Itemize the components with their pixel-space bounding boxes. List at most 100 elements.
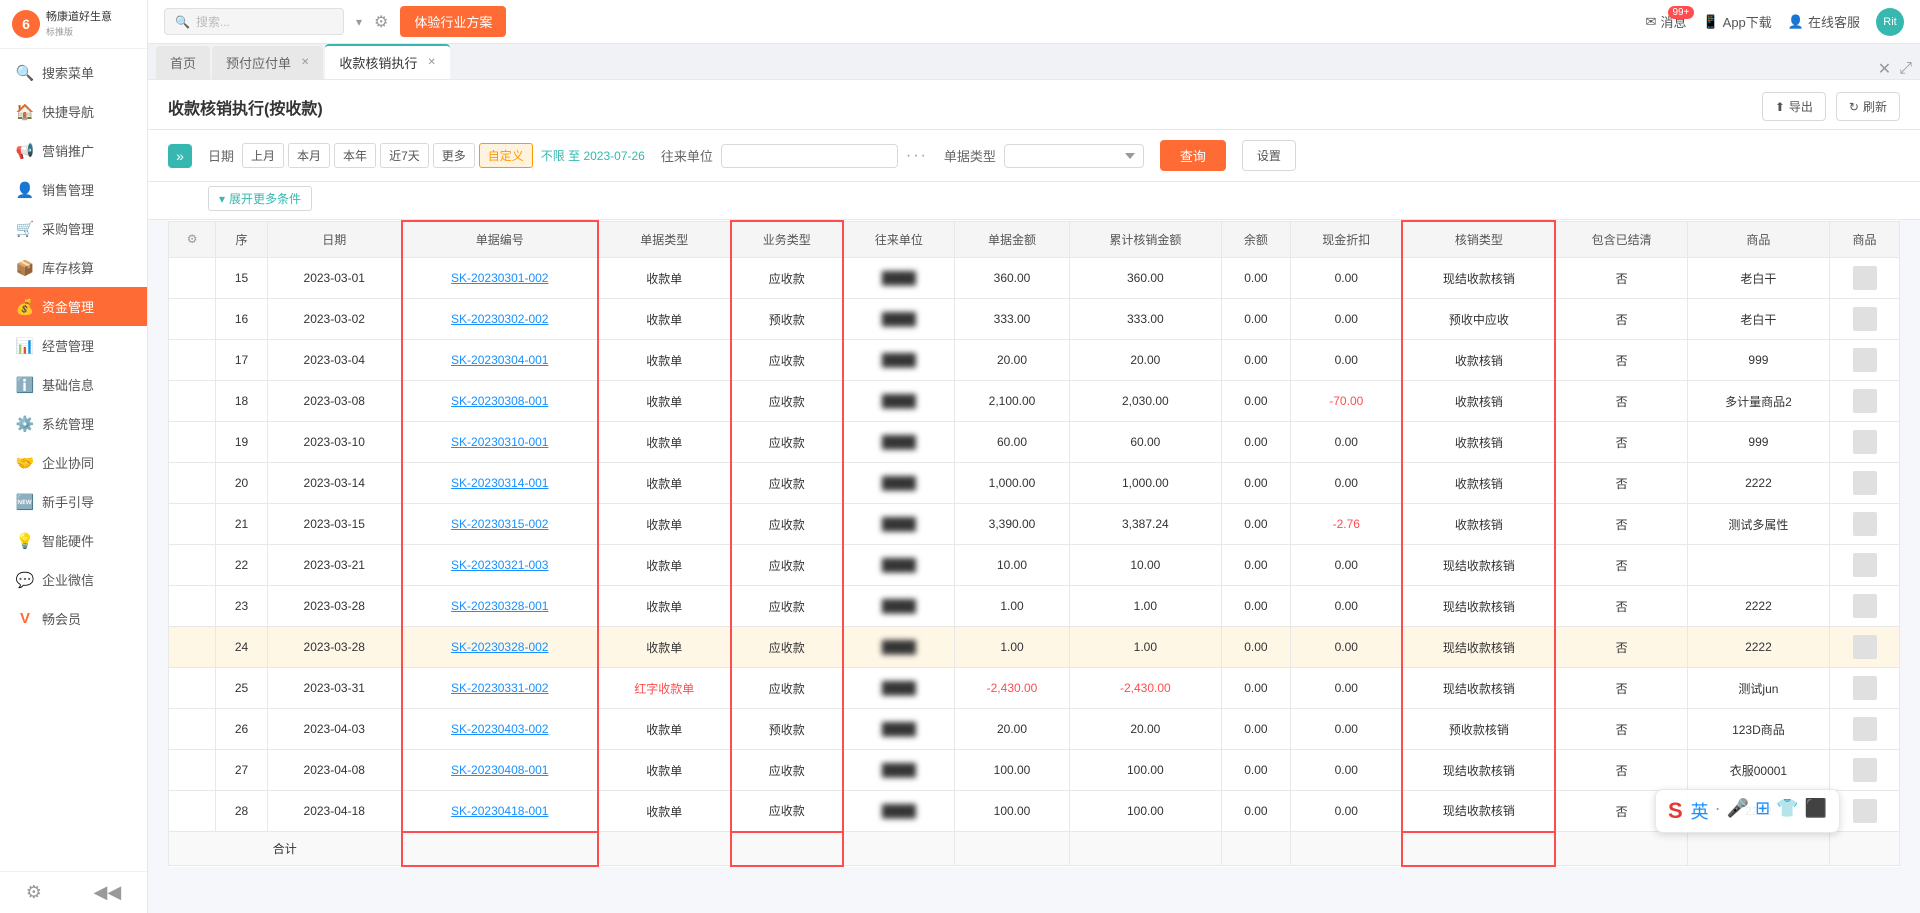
tab-receipt-close-icon[interactable]: ✕: [427, 57, 435, 68]
cell-doc-type: 收款单: [598, 258, 731, 299]
sidebar-item-operation[interactable]: 📊 经营管理: [0, 326, 147, 365]
cell-biz-type: 预收款: [731, 709, 843, 750]
sidebar-bottom: ⚙ ◀◀: [0, 871, 147, 913]
cell-doc-no[interactable]: SK-20230302-002: [402, 299, 598, 340]
sidebar-item-basic[interactable]: ℹ️ 基础信息: [0, 365, 147, 404]
cell-doc-no[interactable]: SK-20230315-002: [402, 504, 598, 545]
tab-home[interactable]: 首页: [156, 46, 210, 79]
cell-discount: 0.00: [1291, 709, 1402, 750]
cell-date: 2023-03-01: [267, 258, 401, 299]
sidebar-item-system[interactable]: ⚙️ 系统管理: [0, 404, 147, 443]
collapse-icon[interactable]: ◀◀: [94, 882, 122, 903]
cell-cancel-type: 收款核销: [1402, 463, 1555, 504]
cell-doc-no[interactable]: SK-20230331-002: [402, 668, 598, 709]
filter-bar: » 日期 上月 本月 本年 近7天 更多 自定义 不限 至 2023-07-26…: [148, 130, 1920, 182]
sidebar-item-sales[interactable]: 👤 销售管理: [0, 170, 147, 209]
topbar-gear-icon[interactable]: ⚙: [374, 12, 388, 32]
page-title: 收款核销执行(按收款): [168, 95, 323, 119]
tab-expand-icon[interactable]: ⤢: [1899, 60, 1912, 78]
cell-doc-no[interactable]: SK-20230328-002: [402, 627, 598, 668]
table-row: 192023-03-10SK-20230310-001收款单应收款████60.…: [169, 422, 1900, 463]
sidebar-item-guide[interactable]: 🆕 新手引导: [0, 482, 147, 521]
cell-balance: 0.00: [1221, 422, 1291, 463]
date-btn-last-month[interactable]: 上月: [242, 143, 284, 168]
col-include-settled: 包含已结清: [1555, 221, 1687, 258]
cell-date: 2023-03-21: [267, 545, 401, 586]
date-btn-this-year[interactable]: 本年: [334, 143, 376, 168]
sidebar-item-hardware[interactable]: 💡 智能硬件: [0, 521, 147, 560]
wm-mic-icon: 🎤: [1727, 798, 1749, 824]
date-btn-more[interactable]: 更多: [433, 143, 475, 168]
refresh-button[interactable]: ↻ 刷新: [1836, 92, 1900, 121]
sidebar-item-purchase[interactable]: 🛒 采购管理: [0, 209, 147, 248]
cell-doc-no[interactable]: SK-20230301-002: [402, 258, 598, 299]
table-row: 162023-03-02SK-20230302-002收款单预收款████333…: [169, 299, 1900, 340]
cell-goods: 衣服00001: [1687, 750, 1829, 791]
cell-doc-no[interactable]: SK-20230321-003: [402, 545, 598, 586]
sidebar-item-wechat[interactable]: 💬 企业微信: [0, 560, 147, 599]
cell-doc-no[interactable]: SK-20230328-001: [402, 586, 598, 627]
sidebar-item-search[interactable]: 🔍 搜索菜单: [0, 53, 147, 92]
cell-partner: ████: [843, 709, 954, 750]
cell-include-settled: 否: [1555, 627, 1687, 668]
cell-date: 2023-03-04: [267, 340, 401, 381]
cell-doc-no[interactable]: SK-20230403-002: [402, 709, 598, 750]
cell-biz-type: 应收款: [731, 545, 843, 586]
cell-goods2-img: [1830, 504, 1900, 545]
message-icon: ✉: [1646, 14, 1657, 30]
cell-amount: -2,430.00: [954, 668, 1069, 709]
date-btn-7days[interactable]: 近7天: [380, 143, 429, 168]
wm-eng-icon: 英: [1691, 798, 1709, 824]
cell-doc-no[interactable]: SK-20230308-001: [402, 381, 598, 422]
tab-receipt[interactable]: 收款核销执行 ✕: [325, 44, 449, 79]
user-avatar[interactable]: Rit: [1876, 8, 1904, 36]
app-download[interactable]: 📱 App下载: [1702, 12, 1771, 31]
query-button[interactable]: 查询: [1160, 140, 1226, 171]
voucher-type-select[interactable]: [1004, 144, 1144, 168]
tab-close-all-icon[interactable]: ✕: [1878, 59, 1891, 79]
tab-prepay-close-icon[interactable]: ✕: [301, 57, 309, 68]
expand-more-button[interactable]: ▾ 展开更多条件: [208, 186, 312, 211]
cell-include-settled: 否: [1555, 258, 1687, 299]
cell-doc-no[interactable]: SK-20230418-001: [402, 791, 598, 832]
tab-prepay-label: 预付应付单: [226, 53, 291, 72]
partner-input[interactable]: [721, 144, 898, 168]
cell-balance: 0.00: [1221, 504, 1291, 545]
settings-bottom-icon[interactable]: ⚙: [26, 882, 42, 903]
topbar-search[interactable]: 🔍 搜索...: [164, 8, 344, 35]
cell-date: 2023-04-18: [267, 791, 401, 832]
col-gear[interactable]: ⚙: [169, 221, 216, 258]
col-goods2: 商品: [1830, 221, 1900, 258]
cell-check: [169, 791, 216, 832]
date-btn-this-month[interactable]: 本月: [288, 143, 330, 168]
purchase-icon: 🛒: [16, 220, 34, 238]
solution-button[interactable]: 体验行业方案: [400, 6, 506, 37]
tab-prepay[interactable]: 预付应付单 ✕: [212, 46, 323, 79]
cell-doc-no[interactable]: SK-20230304-001: [402, 340, 598, 381]
date-btn-custom[interactable]: 自定义: [479, 143, 533, 168]
sidebar-item-member[interactable]: V 畅会员: [0, 599, 147, 638]
cell-doc-type: 收款单: [598, 627, 731, 668]
online-service[interactable]: 👤 在线客服: [1788, 12, 1860, 31]
dropdown-arrow-icon[interactable]: ▾: [356, 15, 362, 29]
cell-include-settled: 否: [1555, 668, 1687, 709]
partner-filter-group: 往来单位 ···: [661, 144, 928, 168]
sidebar-item-inventory[interactable]: 📦 库存核算: [0, 248, 147, 287]
cell-doc-type: 收款单: [598, 504, 731, 545]
settings-button[interactable]: 设置: [1242, 140, 1296, 171]
cell-check: [169, 750, 216, 791]
cell-doc-no[interactable]: SK-20230314-001: [402, 463, 598, 504]
sidebar-item-finance[interactable]: 💰 资金管理: [0, 287, 147, 326]
sidebar-item-quicknav[interactable]: 🏠 快捷导航: [0, 92, 147, 131]
cell-doc-no[interactable]: SK-20230408-001: [402, 750, 598, 791]
sidebar-item-label: 企业微信: [42, 570, 94, 589]
filter-toggle-button[interactable]: »: [168, 144, 192, 168]
cell-doc-no[interactable]: SK-20230310-001: [402, 422, 598, 463]
message-badge[interactable]: ✉ 消息 99+: [1646, 12, 1687, 31]
sidebar-item-corp[interactable]: 🤝 企业协同: [0, 443, 147, 482]
wm-shirt-icon: 👕: [1776, 798, 1798, 824]
export-button[interactable]: ⬆ 导出: [1762, 92, 1826, 121]
filter-dots[interactable]: ···: [906, 147, 928, 165]
cell-goods2-img: [1830, 463, 1900, 504]
sidebar-item-marketing[interactable]: 📢 营销推广: [0, 131, 147, 170]
